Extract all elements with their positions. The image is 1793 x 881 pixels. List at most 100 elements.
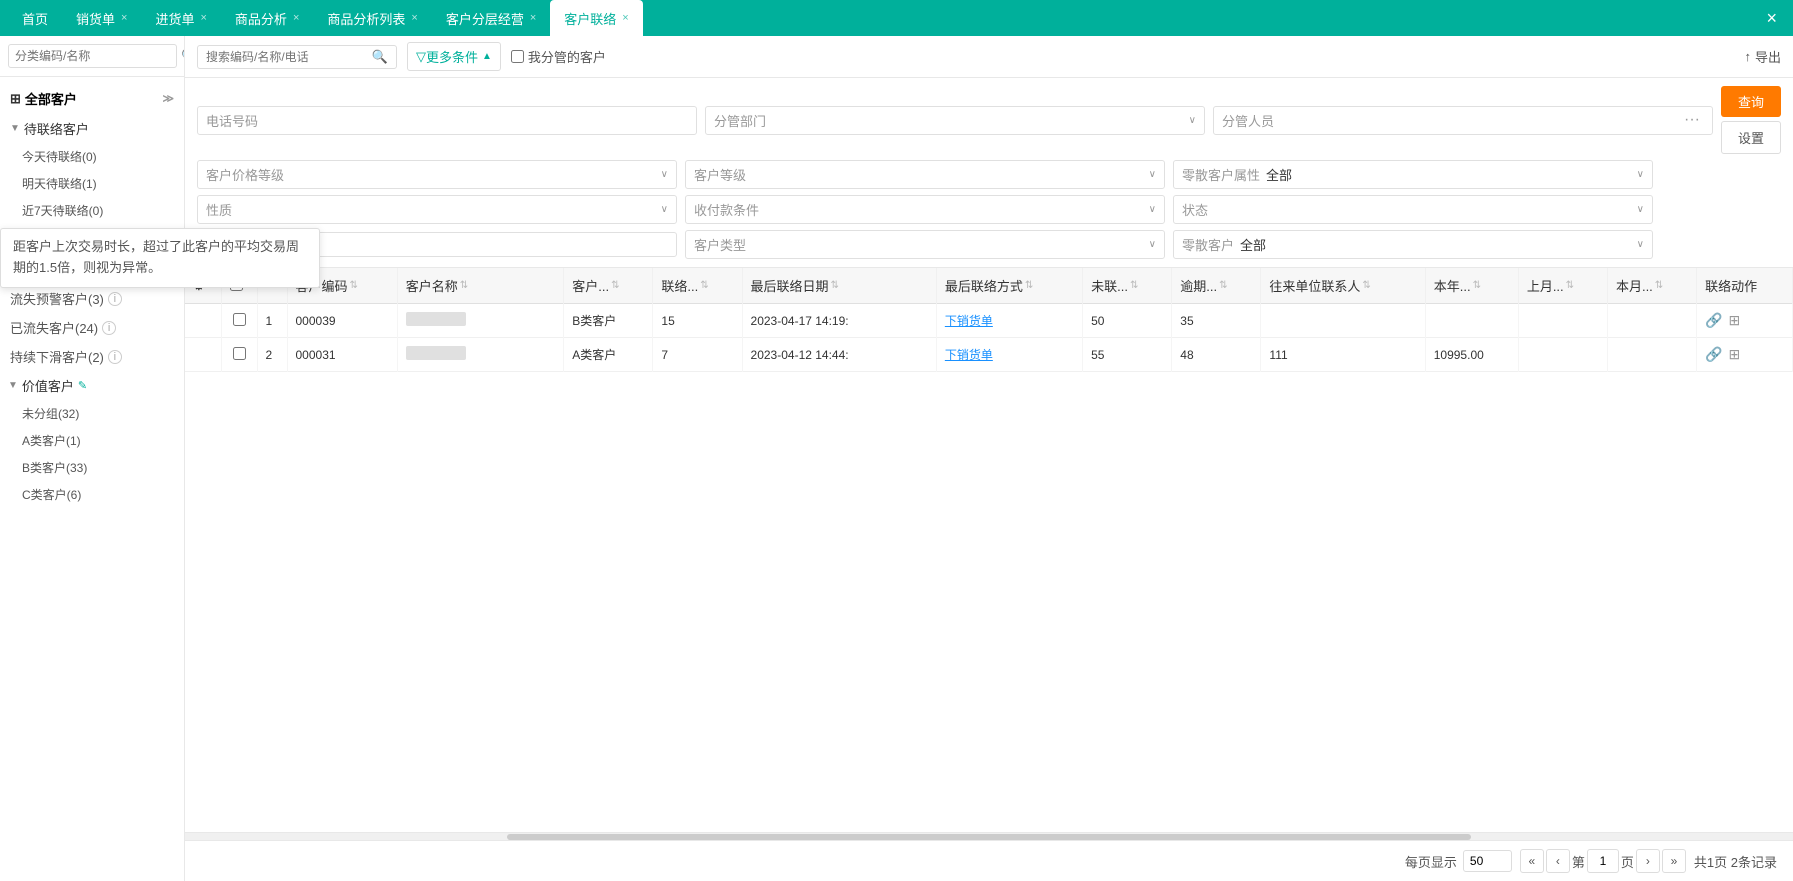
row1-not-contact: 50: [1083, 304, 1172, 338]
nav-customer-contact-close[interactable]: ×: [622, 12, 628, 24]
first-page-btn[interactable]: «: [1520, 849, 1544, 873]
set-button[interactable]: 设置: [1721, 121, 1781, 154]
th-last-way[interactable]: 最后联络方式 ⇅: [936, 268, 1082, 304]
th-this-year-sort[interactable]: ⇅: [1473, 280, 1481, 291]
today-pending[interactable]: 今天待联络(0): [0, 143, 184, 170]
filter-row-2: 客户价格等级 ∨ 客户等级 ∨ 零散客户属性 全部 ∨: [197, 160, 1781, 189]
scrollbar-thumb[interactable]: [507, 834, 1472, 840]
nav-purchase[interactable]: 进货单 ×: [141, 0, 220, 36]
week-pending[interactable]: 近7天待联络(0): [0, 197, 184, 224]
category-search-input[interactable]: [8, 44, 177, 68]
customer-search-input[interactable]: [206, 50, 372, 64]
nav-home[interactable]: 首页: [8, 0, 62, 36]
loss-warning[interactable]: 流失预警客户(3) i: [0, 284, 184, 313]
th-name-sort[interactable]: ⇅: [460, 280, 468, 291]
th-not-contact[interactable]: 未联... ⇅: [1083, 268, 1172, 304]
row2-link-icon[interactable]: 🔗: [1705, 346, 1722, 363]
th-this-month-sort[interactable]: ⇅: [1655, 280, 1663, 291]
th-last-date[interactable]: 最后联络日期 ⇅: [742, 268, 936, 304]
status-field[interactable]: 状态 ∨: [1173, 195, 1653, 224]
payment-field[interactable]: 收付款条件 ∨: [685, 195, 1165, 224]
gender-field[interactable]: 性质 ∨: [197, 195, 677, 224]
retail-attr-label: 零散客户属性: [1182, 165, 1260, 184]
th-type[interactable]: 客户... ⇅: [564, 268, 653, 304]
horizontal-scrollbar[interactable]: [185, 832, 1793, 840]
th-last-date-sort[interactable]: ⇅: [831, 280, 839, 291]
nav-product-analysis[interactable]: 商品分析 ×: [221, 0, 313, 36]
more-conditions-btn[interactable]: ▽ 更多条件 ▲: [407, 42, 501, 71]
nav-sales[interactable]: 销货单 ×: [62, 0, 141, 36]
phone-field[interactable]: 电话号码: [197, 106, 697, 135]
th-not-contact-sort[interactable]: ⇅: [1130, 280, 1138, 291]
last-page-btn[interactable]: »: [1662, 849, 1686, 873]
price-grade-field[interactable]: 客户价格等级 ∨: [197, 160, 677, 189]
nav-product-list[interactable]: 商品分析列表 ×: [313, 0, 431, 36]
row1-grid-icon[interactable]: ⊞: [1729, 312, 1741, 329]
customer-search-icon[interactable]: 🔍: [372, 49, 388, 65]
th-this-year[interactable]: 本年... ⇅: [1425, 268, 1518, 304]
nav-customer-tier-close[interactable]: ×: [530, 12, 536, 24]
row1-select-checkbox[interactable]: [233, 313, 246, 326]
th-type-sort[interactable]: ⇅: [611, 280, 619, 291]
per-page-select[interactable]: 50 20 100 200: [1463, 850, 1512, 872]
manager-dots[interactable]: ···: [1680, 111, 1704, 129]
window-close-button[interactable]: ×: [1758, 8, 1785, 29]
filter-bar: 🔍 ▽ 更多条件 ▲ 我分管的客户 ↑ 导出: [185, 36, 1793, 78]
current-page-input[interactable]: [1587, 849, 1619, 873]
nav-product-analysis-close[interactable]: ×: [293, 12, 299, 24]
nav-sales-close[interactable]: ×: [121, 12, 127, 24]
th-contact[interactable]: 联络... ⇅: [653, 268, 742, 304]
th-contact-sort[interactable]: ⇅: [700, 280, 708, 291]
row2-checkbox[interactable]: [221, 338, 257, 372]
tomorrow-pending[interactable]: 明天待联络(1): [0, 170, 184, 197]
already-lost-info-icon[interactable]: i: [102, 321, 116, 335]
row1-link-icon[interactable]: 🔗: [1705, 312, 1722, 329]
continuous-decline-info-icon[interactable]: i: [108, 350, 122, 364]
th-unit-contacts-sort[interactable]: ⇅: [1362, 280, 1370, 291]
already-lost[interactable]: 已流失客户(24) i: [0, 313, 184, 342]
value-section-edit-icon[interactable]: ✎: [78, 379, 87, 392]
status-label: 状态: [1182, 200, 1208, 219]
th-this-month[interactable]: 本月... ⇅: [1607, 268, 1696, 304]
export-btn[interactable]: ↑ 导出: [1744, 47, 1781, 66]
retail-attr-field[interactable]: 零散客户属性 全部 ∨: [1173, 160, 1653, 189]
th-last-month[interactable]: 上月... ⇅: [1518, 268, 1607, 304]
nav-customer-tier[interactable]: 客户分层经营 ×: [432, 0, 550, 36]
th-name[interactable]: 客户名称 ⇅: [397, 268, 564, 304]
nav-customer-contact[interactable]: 客户联络 ×: [550, 0, 642, 36]
nav-purchase-close[interactable]: ×: [200, 12, 206, 24]
row1-checkbox[interactable]: [221, 304, 257, 338]
row2-select-checkbox[interactable]: [233, 347, 246, 360]
ungroup[interactable]: 未分组(32): [0, 400, 184, 427]
continuous-decline[interactable]: 持续下滑客户(2) i: [0, 342, 184, 371]
class-b[interactable]: B类客户(33): [0, 454, 184, 481]
sidebar-collapse-btn[interactable]: ≫: [162, 92, 174, 105]
th-overdue[interactable]: 逾期... ⇅: [1172, 268, 1261, 304]
prev-page-btn[interactable]: ‹: [1546, 849, 1570, 873]
th-unit-contacts[interactable]: 往来单位联系人 ⇅: [1261, 268, 1425, 304]
tree-root-all-customers[interactable]: ⊞ 全部客户 ≫: [0, 83, 184, 114]
row2-last-way[interactable]: 下销货单: [936, 338, 1082, 372]
th-last-month-sort[interactable]: ⇅: [1566, 280, 1574, 291]
customer-type-field[interactable]: 客户类型 ∨: [685, 230, 1165, 259]
page-label: 第: [1572, 852, 1585, 871]
retail-customer-field[interactable]: 零散客户 全部 ∨: [1173, 230, 1653, 259]
row1-last-way[interactable]: 下销货单: [936, 304, 1082, 338]
loss-warning-info-icon[interactable]: i: [108, 292, 122, 306]
value-customer-section[interactable]: ▼ 价值客户 ✎: [0, 371, 184, 400]
row2-grid-icon[interactable]: ⊞: [1729, 346, 1741, 363]
customer-grade-field[interactable]: 客户等级 ∨: [685, 160, 1165, 189]
th-last-way-sort[interactable]: ⇅: [1025, 280, 1033, 291]
dept-field[interactable]: 分管部门 ∨: [705, 106, 1205, 135]
class-c[interactable]: C类客户(6): [0, 481, 184, 508]
th-code-sort[interactable]: ⇅: [350, 280, 358, 291]
my-customer-checkbox[interactable]: [511, 50, 524, 63]
query-button[interactable]: 查询: [1721, 86, 1781, 117]
next-page-btn[interactable]: ›: [1636, 849, 1660, 873]
manager-field[interactable]: 分管人员 ···: [1213, 106, 1713, 135]
nav-product-list-close[interactable]: ×: [411, 12, 417, 24]
th-overdue-sort[interactable]: ⇅: [1219, 280, 1227, 291]
pending-contact-title[interactable]: ▼ 待联络客户: [0, 114, 184, 143]
class-a[interactable]: A类客户(1): [0, 427, 184, 454]
retail-customer-val: 全部: [1240, 235, 1637, 254]
